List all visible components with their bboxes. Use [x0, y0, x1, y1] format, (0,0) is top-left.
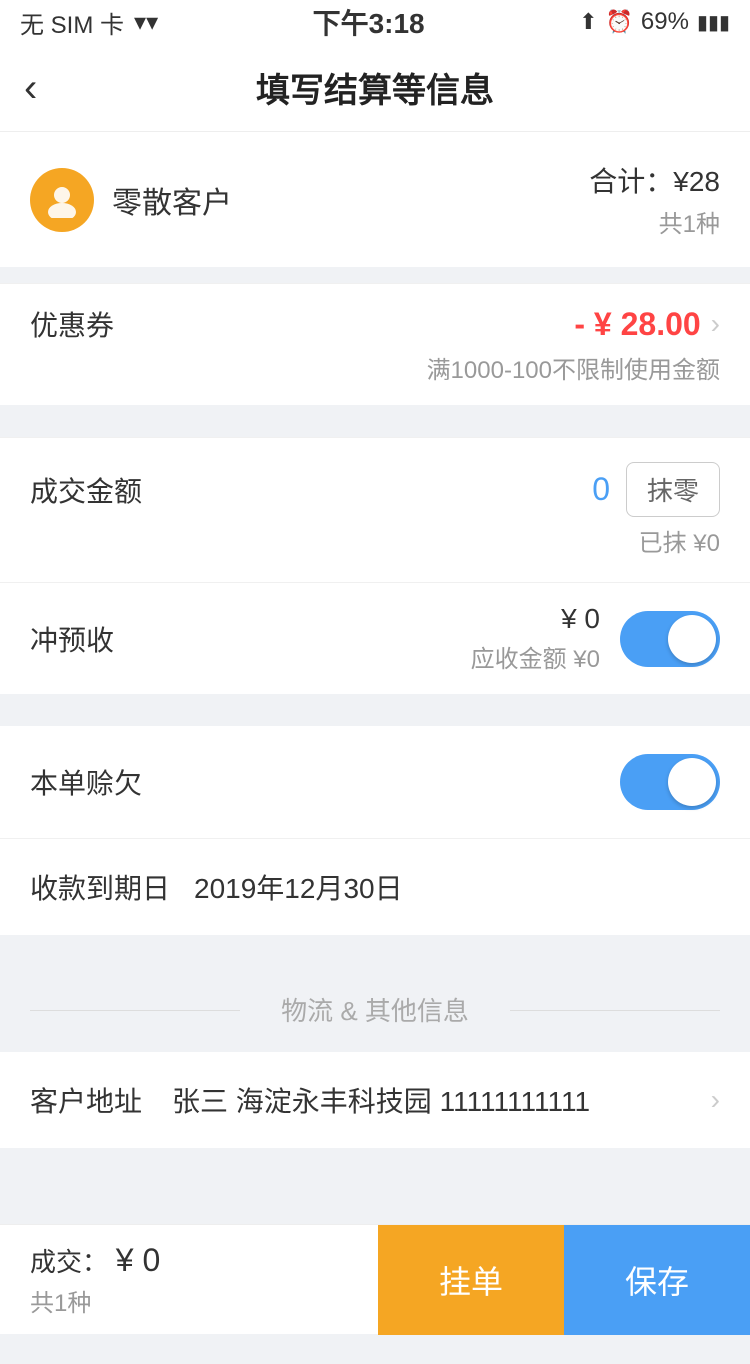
gps-icon: ⬆: [579, 9, 597, 35]
divider-2: [0, 710, 750, 726]
pending-button[interactable]: 挂单: [378, 1225, 564, 1335]
status-left: 无 SIM 卡 ▾▾: [20, 5, 158, 40]
prereceive-values: ¥ 0 应收金额 ¥0: [471, 603, 600, 674]
wifi-icon: ▾▾: [134, 8, 158, 37]
debt-toggle-thumb: [668, 758, 716, 806]
avatar: [30, 168, 94, 232]
customer-total: 合计：¥28: [589, 160, 720, 200]
address-label: 客户地址: [30, 1080, 142, 1120]
due-date-content: 收款到期日 2019年12月30日: [30, 867, 720, 907]
address-row[interactable]: 客户地址 张三 海淀永丰科技园 11111111111 ›: [0, 1052, 750, 1148]
address-value: 张三 海淀永丰科技园 11111111111: [172, 1080, 711, 1120]
bottom-trade-line: 成交： ¥ 0: [30, 1242, 348, 1279]
divider-1: [0, 421, 750, 437]
status-time: 下午3:18: [313, 2, 425, 42]
bottom-trade-label: 成交：: [30, 1247, 108, 1277]
transaction-right: 0 抹零: [592, 462, 720, 517]
debt-toggle[interactable]: [620, 754, 720, 810]
back-button[interactable]: ‹: [24, 68, 37, 108]
status-right: ⬆ ⏰ 69% ▮▮▮: [579, 8, 730, 36]
coupon-right: - ¥ 28.00 ›: [574, 306, 720, 343]
logistics-header: 物流 & 其他信息: [0, 967, 750, 1052]
transaction-sub-text: 已抹 ¥0: [30, 523, 720, 558]
coupon-discount: - ¥ 28.00: [574, 306, 700, 343]
address-chevron-icon: ›: [711, 1084, 720, 1116]
page-title: 填写结算等信息: [256, 63, 494, 112]
customer-name: 零散客户: [112, 178, 232, 222]
bottom-info: 成交： ¥ 0 共1种: [0, 1242, 378, 1318]
battery-label: 69%: [641, 8, 689, 36]
prereceive-amount: ¥ 0: [471, 603, 600, 635]
carrier-label: 无 SIM 卡: [20, 5, 124, 40]
bottom-bar: 成交： ¥ 0 共1种 挂单 保存: [0, 1224, 750, 1334]
battery-icon: ▮▮▮: [697, 10, 730, 35]
debt-section: 本单赊欠 收款到期日 2019年12月30日: [0, 726, 750, 935]
transaction-section: 成交金额 0 抹零 已抹 ¥0 冲预收 ¥ 0 应收金额 ¥0: [0, 437, 750, 694]
prereceive-label: 冲预收: [30, 619, 114, 659]
coupon-sub-text: 满1000-100不限制使用金额: [30, 350, 720, 385]
toggle-thumb: [668, 615, 716, 663]
customer-info: 零散客户: [30, 168, 232, 232]
prereceive-right: ¥ 0 应收金额 ¥0: [471, 603, 720, 674]
transaction-label: 成交金额: [30, 470, 142, 510]
coupon-row[interactable]: 优惠券 - ¥ 28.00 › 满1000-100不限制使用金额: [0, 283, 750, 405]
prereceive-sub-text: 应收金额 ¥0: [471, 639, 600, 674]
alarm-icon: ⏰: [606, 9, 633, 35]
prereceive-row: 冲预收 ¥ 0 应收金额 ¥0: [0, 582, 750, 694]
nav-bar: ‹ 填写结算等信息: [0, 44, 750, 132]
save-button[interactable]: 保存: [564, 1225, 750, 1335]
due-date-value: 2019年12月30日: [194, 867, 403, 907]
customer-section: 零散客户 合计：¥28 共1种: [0, 132, 750, 267]
debt-row: 本单赊欠: [0, 726, 750, 838]
transaction-row: 成交金额 0 抹零 已抹 ¥0: [0, 437, 750, 582]
prereceive-toggle[interactable]: [620, 611, 720, 667]
coupon-section[interactable]: 优惠券 - ¥ 28.00 › 满1000-100不限制使用金额: [0, 283, 750, 405]
logistics-label: 物流 & 其他信息: [281, 996, 469, 1026]
prereceive-top: 冲预收 ¥ 0 应收金额 ¥0: [30, 603, 720, 674]
status-bar: 无 SIM 卡 ▾▾ 下午3:18 ⬆ ⏰ 69% ▮▮▮: [0, 0, 750, 44]
bottom-count: 共1种: [30, 1283, 348, 1318]
coupon-top: 优惠券 - ¥ 28.00 ›: [30, 304, 720, 344]
due-date-row[interactable]: 收款到期日 2019年12月30日: [0, 838, 750, 935]
bottom-trade-value: ¥ 0: [116, 1242, 160, 1278]
customer-row: 零散客户 合计：¥28 共1种: [0, 132, 750, 267]
transaction-top: 成交金额 0 抹零: [30, 462, 720, 517]
chevron-right-icon: ›: [711, 308, 720, 340]
customer-count: 共1种: [589, 204, 720, 239]
coupon-label: 优惠券: [30, 304, 114, 344]
divider-3: [0, 951, 750, 967]
debt-label: 本单赊欠: [30, 762, 142, 802]
customer-total-wrap: 合计：¥28 共1种: [589, 160, 720, 239]
round-zero-button[interactable]: 抹零: [626, 462, 720, 517]
due-date-label: 收款到期日: [30, 867, 170, 907]
address-section: 客户地址 张三 海淀永丰科技园 11111111111 ›: [0, 1052, 750, 1148]
transaction-value[interactable]: 0: [592, 471, 610, 508]
